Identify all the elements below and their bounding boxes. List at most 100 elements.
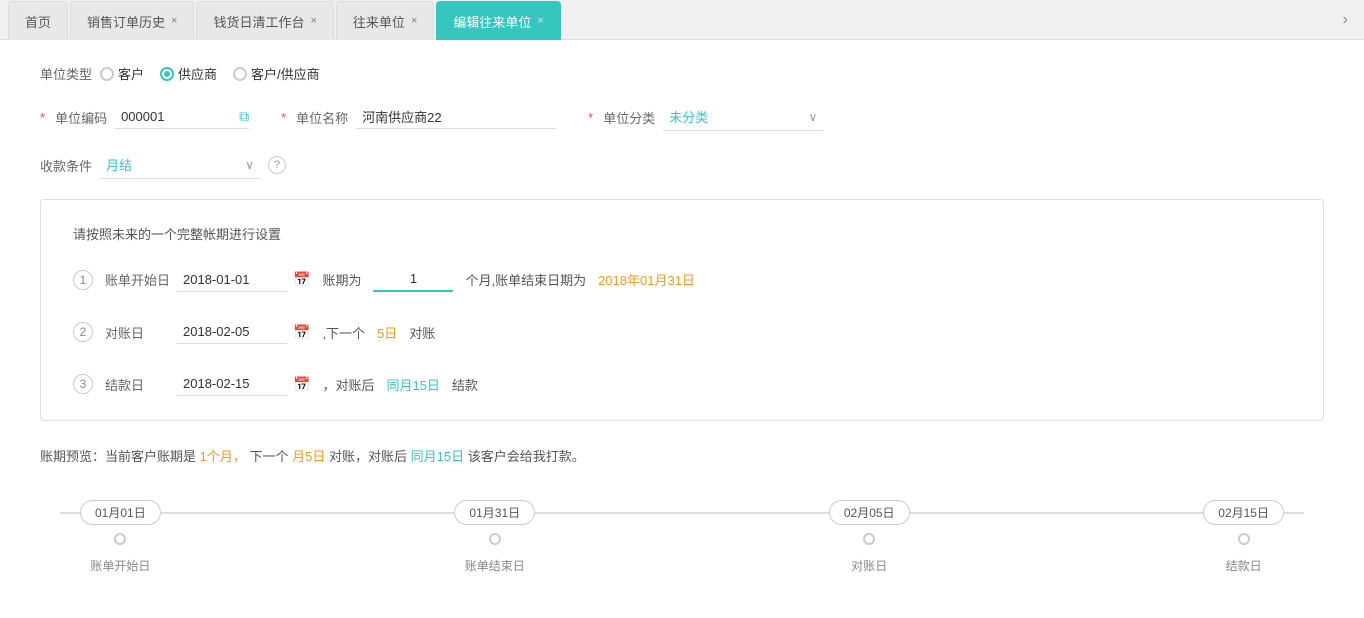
timeline-point-0: 01月01日 账单开始日 [80, 500, 161, 574]
period-panel: 请按照未来的一个完整帐期进行设置 1 账单开始日 📅 账期为 个月,账单结束日期… [40, 199, 1324, 421]
radio-customer-circle [100, 67, 114, 81]
period-num-2: 2 [73, 322, 93, 342]
radio-supplier[interactable]: 供应商 [160, 64, 217, 83]
period-row1-end-date: 2018年01月31日 [598, 270, 695, 289]
close-tab-edit-partner-icon[interactable]: × [537, 15, 543, 27]
preview-reconcile-prefix: 下一个 [250, 449, 289, 464]
unit-type-label: 单位类型 [40, 64, 92, 83]
unit-name-star: * [281, 110, 286, 125]
period-row3-day: 同月15日 [386, 375, 439, 394]
period-row-1: 1 账单开始日 📅 账期为 个月,账单结束日期为 2018年01月31日 [73, 267, 1291, 292]
timeline-point-3: 02月15日 结款日 [1203, 500, 1284, 574]
radio-customer[interactable]: 客户 [100, 64, 144, 83]
timeline-badge-0: 01月01日 [80, 500, 161, 525]
unit-category-label: 单位分类 [603, 108, 655, 127]
period-row2-suffix: 对账 [409, 323, 435, 342]
preview-prefix: 账期预览：当前客户账期是 [40, 449, 196, 464]
period-row-3: 3 结款日 📅 ，对账后 同月15日 结款 [73, 372, 1291, 396]
copy-icon[interactable]: ⧉ [239, 108, 249, 125]
close-tab-sales-history-icon[interactable]: × [171, 15, 177, 27]
timeline-label-2: 对账日 [851, 557, 887, 574]
calendar-icon-2[interactable]: 📅 [293, 324, 310, 341]
calendar-icon-3[interactable]: 📅 [293, 376, 310, 393]
preview-reconcile-suffix: 对账，对账后 [329, 449, 407, 464]
period-num-3: 3 [73, 374, 93, 394]
radio-supplier-label: 供应商 [178, 64, 217, 83]
tab-home[interactable]: 首页 [8, 1, 68, 40]
payment-terms-help-icon[interactable]: ? [268, 156, 286, 174]
period-payment-date-input[interactable] [177, 372, 287, 396]
payment-terms-value: 月结 [106, 155, 237, 174]
unit-code-input-group: ⧉ [115, 105, 249, 129]
tab-bar: 首页 销售订单历史 × 钱货日清工作台 × 往来单位 × 编辑往来单位 × › [0, 0, 1364, 40]
timeline: 01月01日 账单开始日 01月31日 账单结束日 02月05日 对账日 02月… [60, 500, 1304, 574]
radio-customer-supplier[interactable]: 客户/供应商 [233, 64, 320, 83]
period-date-group-2: 📅 [177, 320, 310, 344]
tab-home-label: 首页 [25, 12, 51, 31]
timeline-label-1: 账单结束日 [465, 557, 525, 574]
period-row3-prefix: ，对账后 [322, 375, 374, 394]
period-row1-suffix: 账期为 [322, 270, 361, 289]
main-content: 单位类型 客户 供应商 客户/供应商 * 单位编码 [0, 40, 1364, 618]
calendar-icon-1[interactable]: 📅 [293, 271, 310, 288]
tab-partner-units[interactable]: 往来单位 × [336, 1, 434, 40]
payment-terms-group: 收款条件 月结 ∨ ? [40, 151, 286, 179]
period-panel-title: 请按照未来的一个完整帐期进行设置 [73, 224, 1291, 243]
unit-name-label: 单位名称 [296, 108, 348, 127]
radio-customer-label: 客户 [118, 64, 144, 83]
tab-more-button[interactable]: › [1335, 0, 1356, 39]
unit-code-input[interactable] [115, 105, 235, 128]
timeline-badge-3: 02月15日 [1203, 500, 1284, 525]
period-reconcile-date-input[interactable] [177, 320, 287, 344]
tab-edit-partner[interactable]: 编辑往来单位 × [436, 1, 560, 40]
timeline-label-3: 结款日 [1226, 557, 1262, 574]
tab-sales-history[interactable]: 销售订单历史 × [70, 1, 194, 40]
close-tab-cash-work-icon[interactable]: × [310, 15, 316, 27]
period-row1-months-unit: 个月,账单结束日期为 [465, 270, 586, 289]
payment-terms-chevron-icon: ∨ [245, 158, 254, 172]
unit-type-radio-group: 客户 供应商 客户/供应商 [100, 64, 320, 83]
tab-cash-work-label: 钱货日清工作台 [213, 12, 304, 31]
timeline-points: 01月01日 账单开始日 01月31日 账单结束日 02月05日 对账日 02月… [80, 500, 1284, 574]
period-months-input[interactable] [373, 267, 453, 292]
unit-category-star: * [588, 110, 593, 125]
unit-category-value: 未分类 [669, 107, 800, 126]
period-row2-prefix: ,下一个 [322, 323, 365, 342]
unit-type-group: 单位类型 客户 供应商 客户/供应商 [40, 64, 320, 83]
timeline-badge-1: 01月31日 [454, 500, 535, 525]
timeline-dot-0 [114, 533, 126, 545]
unit-category-chevron-icon: ∨ [808, 110, 817, 124]
tab-cash-work[interactable]: 钱货日清工作台 × [196, 1, 333, 40]
radio-customer-supplier-label: 客户/供应商 [251, 64, 320, 83]
tab-edit-partner-label: 编辑往来单位 [453, 12, 531, 31]
radio-customer-supplier-circle [233, 67, 247, 81]
unit-code-label: 单位编码 [55, 108, 107, 127]
unit-category-select[interactable]: 未分类 ∨ [663, 103, 823, 131]
period-row2-day: 5日 [377, 323, 397, 342]
timeline-dot-2 [863, 533, 875, 545]
period-field-label-2: 对账日 [105, 323, 165, 342]
payment-terms-select[interactable]: 月结 ∨ [100, 151, 260, 179]
period-field-label-1: 账单开始日 [105, 270, 165, 289]
unit-type-row: 单位类型 客户 供应商 客户/供应商 [40, 64, 1324, 83]
period-row3-suffix: 结款 [452, 375, 478, 394]
timeline-point-2: 02月05日 对账日 [829, 500, 910, 574]
unit-info-row: * 单位编码 ⧉ * 单位名称 * 单位分类 未分类 ∨ [40, 103, 1324, 131]
unit-code-star: * [40, 110, 45, 125]
timeline-dot-3 [1238, 533, 1250, 545]
period-date-group-1: 📅 [177, 268, 310, 292]
period-num-1: 1 [73, 270, 93, 290]
period-field-label-3: 结款日 [105, 375, 165, 394]
preview-payment-suffix: 该客户会给我打款。 [468, 449, 585, 464]
preview-reconcile-day: 月5日 [292, 449, 325, 464]
unit-code-group: * 单位编码 ⧉ [40, 105, 249, 129]
preview-text: 账期预览：当前客户账期是 1个月， 下一个 月5日 对账，对账后 同月15日 该… [40, 445, 1324, 468]
radio-supplier-circle [160, 67, 174, 81]
tab-sales-history-label: 销售订单历史 [87, 12, 165, 31]
unit-name-input[interactable] [356, 105, 556, 129]
preview-section: 账期预览：当前客户账期是 1个月， 下一个 月5日 对账，对账后 同月15日 该… [40, 445, 1324, 594]
unit-name-group: * 单位名称 [281, 105, 556, 129]
period-start-date-input[interactable] [177, 268, 287, 292]
tab-partner-units-label: 往来单位 [353, 12, 405, 31]
close-tab-partner-units-icon[interactable]: × [411, 15, 417, 27]
